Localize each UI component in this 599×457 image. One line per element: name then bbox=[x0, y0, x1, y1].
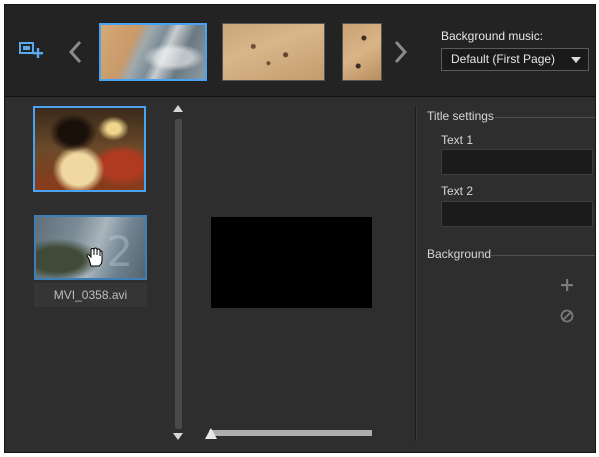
text2-label: Text 2 bbox=[441, 184, 474, 198]
chevron-left-icon bbox=[68, 40, 82, 64]
clip-thumbnail-cliff[interactable]: 2 bbox=[34, 215, 147, 280]
title-settings-heading: Title settings bbox=[427, 109, 494, 123]
scroll-down-arrow[interactable] bbox=[173, 433, 183, 440]
preview-timeline-slider[interactable] bbox=[209, 430, 372, 436]
text1-label: Text 1 bbox=[441, 133, 474, 147]
vertical-scrollbar[interactable] bbox=[175, 119, 182, 429]
add-photo-icon bbox=[19, 42, 43, 58]
photo-thumbnail-selected[interactable] bbox=[99, 23, 207, 81]
section-divider bbox=[495, 117, 595, 118]
hand-cursor-icon bbox=[86, 247, 103, 267]
scroll-up-arrow[interactable] bbox=[173, 105, 183, 112]
add-background-button[interactable] bbox=[560, 278, 574, 292]
text2-input[interactable] bbox=[441, 201, 593, 227]
clip-filename: MVI_0358.avi bbox=[34, 283, 147, 307]
scroll-right-button[interactable] bbox=[389, 37, 411, 67]
scroll-left-button[interactable] bbox=[65, 37, 87, 67]
remove-background-button[interactable] bbox=[560, 309, 574, 323]
background-music-dropdown[interactable]: Default (First Page) bbox=[441, 48, 589, 71]
background-music-value: Default (First Page) bbox=[451, 52, 556, 66]
plus-icon bbox=[561, 279, 573, 291]
section-divider bbox=[490, 255, 595, 256]
chevron-right-icon bbox=[394, 40, 408, 64]
background-heading: Background bbox=[427, 247, 492, 261]
preview-canvas bbox=[211, 217, 372, 308]
slideshow-editor-window: Background music: Default (First Page) 2… bbox=[4, 4, 596, 453]
timeline-slider-thumb[interactable] bbox=[205, 428, 217, 439]
photo-thumbnail[interactable] bbox=[342, 23, 382, 81]
photo-thumbnail[interactable] bbox=[222, 23, 325, 81]
panel-divider bbox=[415, 106, 416, 441]
photo-strip-toolbar: Background music: Default (First Page) bbox=[5, 5, 595, 97]
add-photos-button[interactable] bbox=[18, 38, 44, 62]
text1-input[interactable] bbox=[441, 149, 593, 175]
dropdown-arrow-icon bbox=[571, 57, 581, 63]
clip-overlay-number: 2 bbox=[106, 227, 133, 276]
clip-thumbnail-restaurant[interactable] bbox=[33, 106, 146, 192]
no-symbol-icon bbox=[560, 309, 574, 323]
background-music-label: Background music: bbox=[441, 29, 544, 43]
